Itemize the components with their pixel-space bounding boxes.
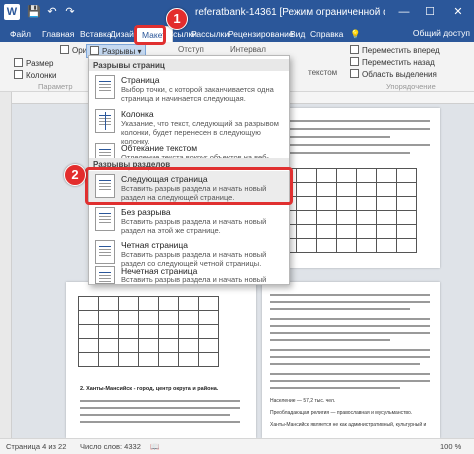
- continuous-icon: [95, 207, 115, 231]
- text-line: [80, 421, 240, 423]
- text-line: [80, 414, 230, 416]
- text-line: [270, 356, 430, 358]
- text-line: [270, 294, 430, 296]
- columns-label: Колонки: [26, 71, 57, 80]
- menu-item-description: Вставить разрыв раздела и начать новый р…: [121, 217, 267, 235]
- text-line: [270, 120, 430, 122]
- highlight-layout-tab: [134, 25, 166, 45]
- selection-pane-button[interactable]: Область выделения: [350, 69, 437, 79]
- religion-line: Преобладающая религия — православная и м…: [270, 410, 413, 416]
- move-back-button[interactable]: Переместить назад: [350, 57, 435, 67]
- text-line: [270, 332, 430, 334]
- close-button[interactable]: ✕: [448, 4, 468, 20]
- page-lower-left: 2. Ханты-Мансийск - город, центр округа …: [66, 282, 256, 438]
- breaks-icon: [90, 46, 99, 55]
- callout-badge-1: 1: [166, 8, 188, 30]
- redo-icon[interactable]: ↷: [62, 4, 78, 20]
- selection-pane-icon: [350, 69, 359, 78]
- tab-file[interactable]: Файл: [10, 29, 31, 39]
- minimize-button[interactable]: —: [394, 4, 414, 20]
- text-line: [270, 349, 430, 351]
- tab-mailings[interactable]: Рассылки: [191, 29, 229, 39]
- text-line: [270, 144, 430, 146]
- tab-help[interactable]: Справка: [310, 29, 343, 39]
- arrange-group-label: Упорядочение: [386, 82, 436, 91]
- text-line: [80, 400, 240, 402]
- menu-item-continuous[interactable]: Без разрыва Вставить разрыв раздела и на…: [89, 204, 289, 236]
- document-title: referatbank-14361 [Режим ограниченной фу…: [195, 7, 385, 18]
- text-line: [270, 380, 430, 382]
- menu-item-title: Четная страница: [121, 240, 189, 250]
- columns-button[interactable]: Колонки: [14, 70, 57, 80]
- text-line: [270, 308, 410, 310]
- text-line: [270, 325, 430, 327]
- zoom-level[interactable]: 100 %: [440, 442, 461, 451]
- document-table: [276, 168, 417, 253]
- tab-home[interactable]: Главная: [42, 29, 74, 39]
- proofing-icon[interactable]: 📖: [150, 442, 159, 451]
- text-line: [270, 301, 430, 303]
- highlight-next-page: [85, 167, 293, 205]
- menu-item-description: Вставить разрыв раздела и начать новый р…: [121, 275, 269, 285]
- even-page-icon: [95, 240, 115, 264]
- text-line: [270, 363, 420, 365]
- section-page-breaks: Разрывы страниц: [89, 59, 289, 71]
- selection-pane-label: Область выделения: [362, 70, 437, 79]
- text-line: [270, 387, 400, 389]
- share-button[interactable]: Общий доступ: [413, 28, 470, 38]
- ribbon-tabs: Файл Главная Вставка Дизайн Макет Ссылки…: [0, 26, 474, 43]
- document-table: [78, 296, 219, 367]
- odd-page-icon: [95, 266, 115, 284]
- move-back-icon: [350, 57, 359, 66]
- menu-item-title: Обтекание текстом: [121, 143, 198, 153]
- text-line: [270, 373, 430, 375]
- menu-item-description: Выбор точки, с которой заканчивается одн…: [121, 85, 274, 103]
- vertical-ruler: [0, 92, 12, 438]
- indent-label: Отступ: [178, 45, 204, 54]
- page-counter[interactable]: Страница 4 из 22: [6, 442, 66, 451]
- tab-review[interactable]: Рецензирование: [228, 29, 294, 39]
- save-icon[interactable]: 💾: [26, 4, 42, 20]
- page-break-icon: [95, 75, 115, 99]
- page-lower-right: Население — 57,2 тыс. чел. Преобладающая…: [262, 282, 440, 438]
- menu-item-title: Страница: [121, 75, 160, 85]
- page-setup-group-label: Параметр: [38, 82, 73, 91]
- undo-icon[interactable]: ↶: [44, 4, 60, 20]
- document-heading: 2. Ханты-Мансийск - город, центр округа …: [80, 386, 219, 392]
- tab-insert[interactable]: Вставка: [80, 29, 112, 39]
- population-line: Население — 57,2 тыс. чел.: [270, 398, 336, 404]
- size-icon: [14, 58, 23, 67]
- text-line: [270, 128, 430, 130]
- menu-item-title: Без разрыва: [121, 207, 171, 217]
- status-bar: Страница 4 из 22 Число слов: 4332 📖 100 …: [0, 438, 474, 454]
- orientation-icon: [60, 45, 69, 54]
- size-button[interactable]: Размер: [14, 58, 54, 68]
- callout-badge-2: 2: [64, 164, 86, 186]
- menu-item-odd-page[interactable]: Нечетная страница Вставить разрыв раздел…: [89, 263, 289, 285]
- word-logo: W: [4, 4, 20, 20]
- lightbulb-icon[interactable]: 💡: [350, 29, 361, 40]
- menu-item-column-break[interactable]: Колонка Указание, что текст, следующий з…: [89, 106, 289, 146]
- text-line: [80, 407, 240, 409]
- move-back-label: Переместить назад: [362, 58, 435, 67]
- column-break-icon: [95, 109, 115, 133]
- size-label: Размер: [26, 59, 54, 68]
- tab-view[interactable]: Вид: [290, 29, 305, 39]
- text-line: [270, 339, 390, 341]
- status-line: Ханты-Мансийск является не как администр…: [270, 422, 427, 428]
- wrap-text-label[interactable]: текстом: [308, 68, 337, 77]
- text-line: [270, 318, 430, 320]
- title-bar: W 💾 ↶ ↷ referatbank-14361 [Режим огранич…: [0, 0, 474, 26]
- move-forward-icon: [350, 45, 359, 54]
- menu-item-page-break[interactable]: Страница Выбор точки, с которой заканчив…: [89, 72, 289, 104]
- columns-icon: [14, 70, 23, 79]
- menu-item-title: Колонка: [121, 109, 154, 119]
- move-forward-button[interactable]: Переместить вперед: [350, 45, 440, 55]
- maximize-button[interactable]: ☐: [420, 4, 440, 20]
- text-line: [270, 152, 410, 154]
- move-forward-label: Переместить вперед: [362, 46, 440, 55]
- spacing-label: Интервал: [230, 45, 266, 54]
- word-count[interactable]: Число слов: 4332: [80, 442, 141, 451]
